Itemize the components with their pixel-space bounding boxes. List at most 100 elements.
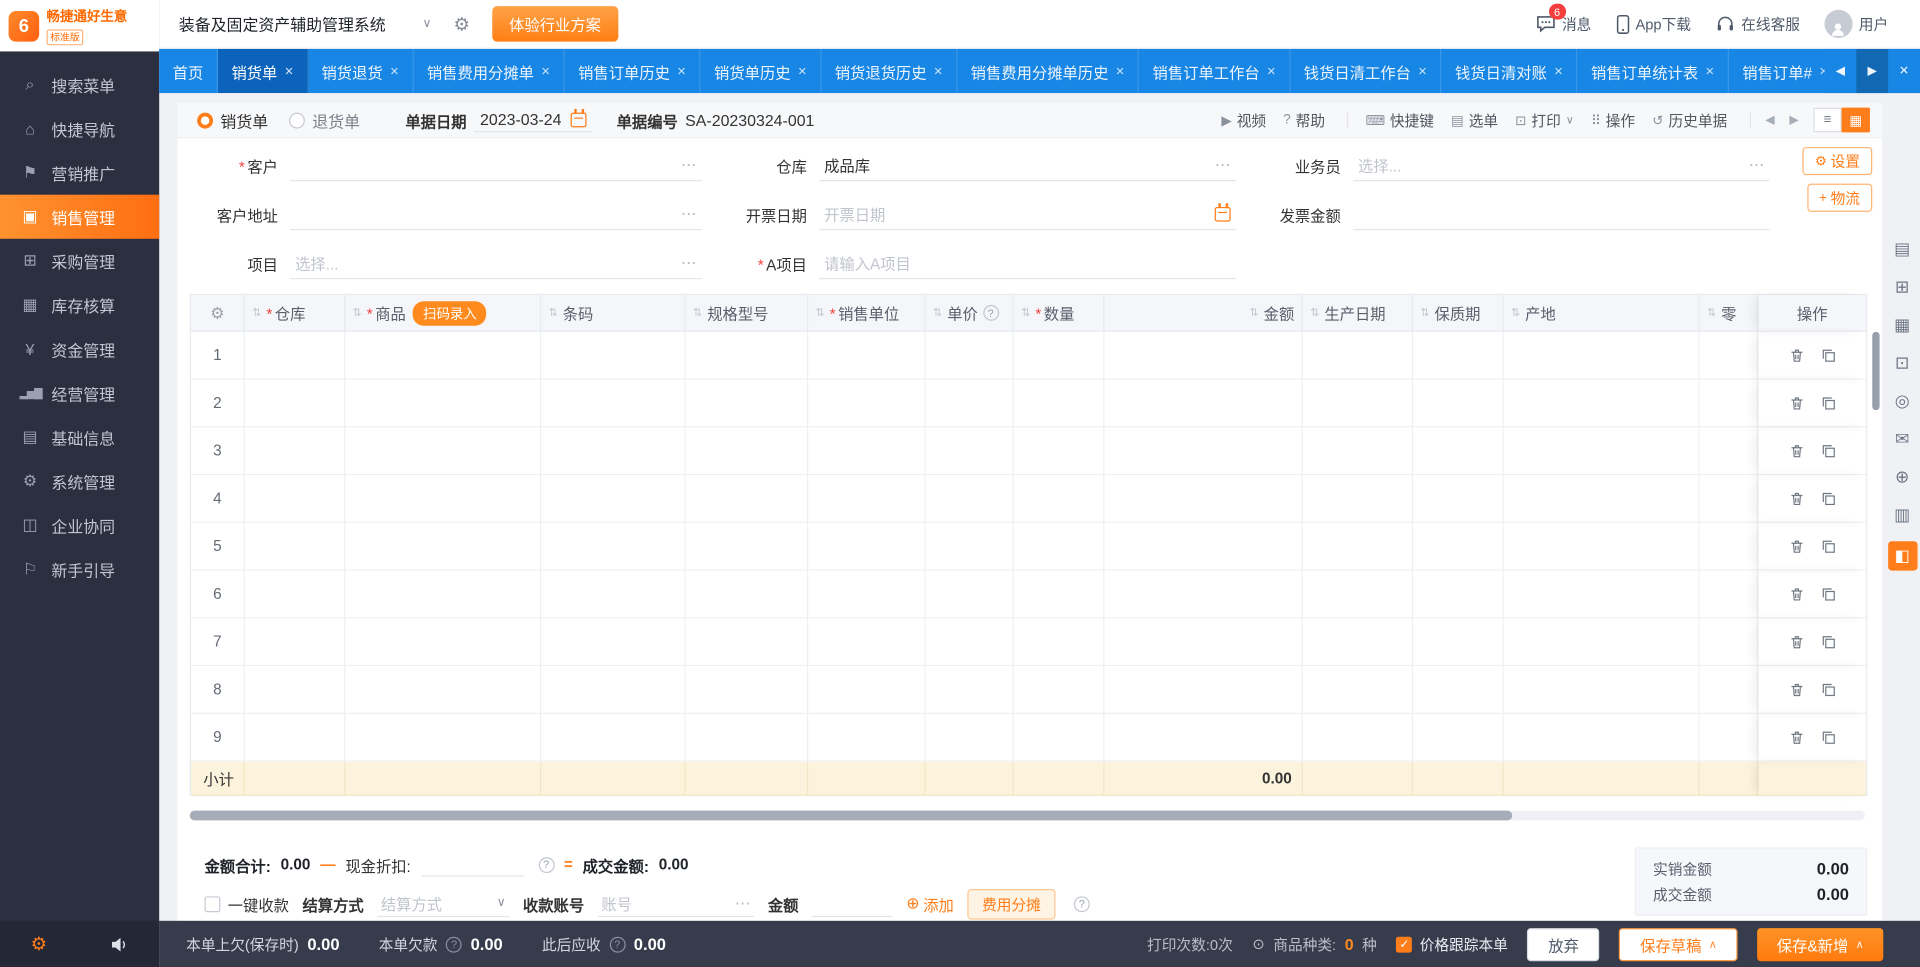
grid-cell[interactable] xyxy=(1503,427,1700,476)
sidebar-menu-item[interactable]: ⌕ 搜索菜单 xyxy=(0,62,159,106)
grid-cell[interactable] xyxy=(244,475,346,523)
save-and-new-button[interactable]: 保存&新增 ∧ xyxy=(1757,927,1884,961)
sidebar-menu-item[interactable]: ⚑ 营销推广 xyxy=(0,151,159,195)
grid-cell[interactable] xyxy=(685,570,809,619)
picker-ellipsis-icon[interactable]: ⋯ xyxy=(681,204,697,224)
expense-share-button[interactable]: 费用分摊 xyxy=(967,888,1056,919)
toolbar-button[interactable]: ? 帮助 ∨ xyxy=(1283,110,1349,131)
sidebar-menu-item[interactable]: ▂▅▇ 经营管理 xyxy=(0,371,159,415)
grid-cell[interactable] xyxy=(1503,379,1700,428)
column-header-数量[interactable]: ⇅ * 数量 xyxy=(1013,295,1105,332)
panel-toggle-button[interactable]: ◧ xyxy=(1887,541,1917,571)
grid-cell[interactable] xyxy=(1699,427,1759,476)
grid-cell[interactable] xyxy=(685,475,809,523)
sidebar-menu-item[interactable]: ⌂ 快捷导航 xyxy=(0,107,159,151)
column-header-金额[interactable]: ⇅ 金额 xyxy=(1104,295,1303,332)
grid-cell[interactable] xyxy=(925,427,1014,476)
copy-row-icon[interactable] xyxy=(1820,586,1836,602)
doc-number-value[interactable]: SA-20230324-001 xyxy=(685,111,814,129)
cash-discount-input[interactable] xyxy=(420,852,524,877)
system-select[interactable]: 装备及固定资产辅助管理系统 ∨ xyxy=(179,12,432,35)
sidebar-menu-item[interactable]: ▦ 库存核算 xyxy=(0,283,159,327)
toolbar-button[interactable]: ↺ 历史单据 ∨ xyxy=(1652,110,1751,131)
grid-cell[interactable] xyxy=(925,618,1014,667)
grid-cell[interactable] xyxy=(345,666,542,714)
grid-cell[interactable] xyxy=(541,666,686,714)
tab-close-icon[interactable]: × xyxy=(1267,62,1276,79)
column-header-仓库[interactable]: ⇅ * 仓库 xyxy=(244,295,346,332)
print-icon[interactable]: ⊡ xyxy=(1889,349,1916,376)
doc-type-radio[interactable]: 销货单 xyxy=(197,108,268,131)
grid-cell[interactable] xyxy=(1699,618,1759,667)
grid-cell[interactable] xyxy=(244,618,346,667)
tab[interactable]: 销售订单统计表 × xyxy=(1578,48,1729,94)
row-number[interactable]: 4 xyxy=(191,475,245,523)
grid-cell[interactable] xyxy=(345,379,542,428)
grid-horizontal-scrollbar[interactable] xyxy=(189,810,1865,821)
salesman-input[interactable]: 选择... ⋯ xyxy=(1353,149,1770,182)
tabs-scroll-left-button[interactable]: ◀ xyxy=(1824,49,1856,93)
row-number[interactable]: 6 xyxy=(191,570,245,619)
grid-cell[interactable] xyxy=(685,379,809,428)
tab-close-icon[interactable]: × xyxy=(1418,62,1427,79)
tab-close-icon[interactable]: × xyxy=(1554,62,1563,79)
grid-cell[interactable] xyxy=(1013,427,1105,476)
grid-cell[interactable] xyxy=(345,331,542,380)
grid-gear-icon[interactable]: ⚙ xyxy=(210,303,224,323)
info-icon[interactable]: ? xyxy=(982,304,999,321)
row-number[interactable]: 8 xyxy=(191,666,245,714)
grid-cell[interactable] xyxy=(244,713,346,762)
docs-icon[interactable]: ▥ xyxy=(1889,501,1916,528)
help-icon[interactable]: ? xyxy=(538,856,555,873)
grid-cell[interactable] xyxy=(244,427,346,476)
grid-cell[interactable] xyxy=(541,618,686,667)
grid-cell[interactable] xyxy=(808,331,926,380)
tab[interactable]: 钱货日清对账 × xyxy=(1442,48,1578,94)
grid-cell[interactable] xyxy=(345,713,542,762)
help-icon[interactable]: ? xyxy=(446,936,462,953)
grid-cell[interactable] xyxy=(685,713,809,762)
grid-cell[interactable] xyxy=(541,379,686,428)
grid-cell[interactable] xyxy=(345,475,542,523)
column-header-商品[interactable]: ⇅ * 商品 扫码录入 xyxy=(345,295,542,332)
column-header-条码[interactable]: ⇅ 条码 xyxy=(541,295,686,332)
sort-icon[interactable]: ⇅ xyxy=(1420,306,1429,319)
grid-cell[interactable] xyxy=(808,522,926,571)
grid-cell[interactable] xyxy=(1104,379,1303,428)
grid-cell[interactable] xyxy=(925,570,1014,619)
sort-icon[interactable]: ⇅ xyxy=(353,306,362,319)
logistics-button[interactable]: + 物流 xyxy=(1806,183,1873,212)
sidebar-menu-item[interactable]: ▣ 销售管理 xyxy=(0,194,160,239)
picker-ellipsis-icon[interactable]: ⋯ xyxy=(735,893,751,913)
one-click-receipt-checkbox[interactable]: 一键收款 xyxy=(204,892,289,915)
tab-close-icon[interactable]: × xyxy=(541,62,550,79)
grid-cell[interactable] xyxy=(541,713,686,762)
customer-icon[interactable]: ◎ xyxy=(1889,387,1916,414)
picker-ellipsis-icon[interactable]: ⋯ xyxy=(1215,155,1231,175)
topbar-gear-icon[interactable]: ⚙ xyxy=(453,13,469,35)
picker-ellipsis-icon[interactable]: ⋯ xyxy=(681,155,697,175)
grid-cell[interactable] xyxy=(808,427,926,476)
grid-cell[interactable] xyxy=(1503,331,1700,380)
column-header-单价[interactable]: ⇅ 单价? xyxy=(925,295,1014,332)
grid-cell[interactable] xyxy=(925,713,1014,762)
grid-cell[interactable] xyxy=(1013,379,1105,428)
industry-trial-button[interactable]: 体验行业方案 xyxy=(491,6,619,42)
settings-button[interactable]: ⚙ 设置 xyxy=(1802,146,1873,176)
row-number[interactable]: 1 xyxy=(191,331,245,380)
stock-icon[interactable]: ▦ xyxy=(1889,311,1916,338)
delete-row-icon[interactable] xyxy=(1788,443,1804,459)
grid-cell[interactable] xyxy=(1413,475,1504,523)
grid-cell[interactable] xyxy=(1013,570,1105,619)
grid-cell[interactable] xyxy=(685,618,809,667)
grid-cell[interactable] xyxy=(541,427,686,476)
grid-cell[interactable] xyxy=(685,666,809,714)
grid-cell[interactable] xyxy=(1413,713,1504,762)
grid-settings-button[interactable]: ⚙ xyxy=(191,295,245,332)
grid-cell[interactable] xyxy=(244,570,346,619)
user-menu[interactable]: 用户 xyxy=(1824,9,1888,38)
receipt-amount-input[interactable] xyxy=(811,890,893,918)
next-doc-button[interactable]: ▶ xyxy=(1789,113,1798,126)
grid-cell[interactable] xyxy=(1104,618,1303,667)
column-header-销售单位[interactable]: ⇅ * 销售单位 xyxy=(808,295,926,332)
